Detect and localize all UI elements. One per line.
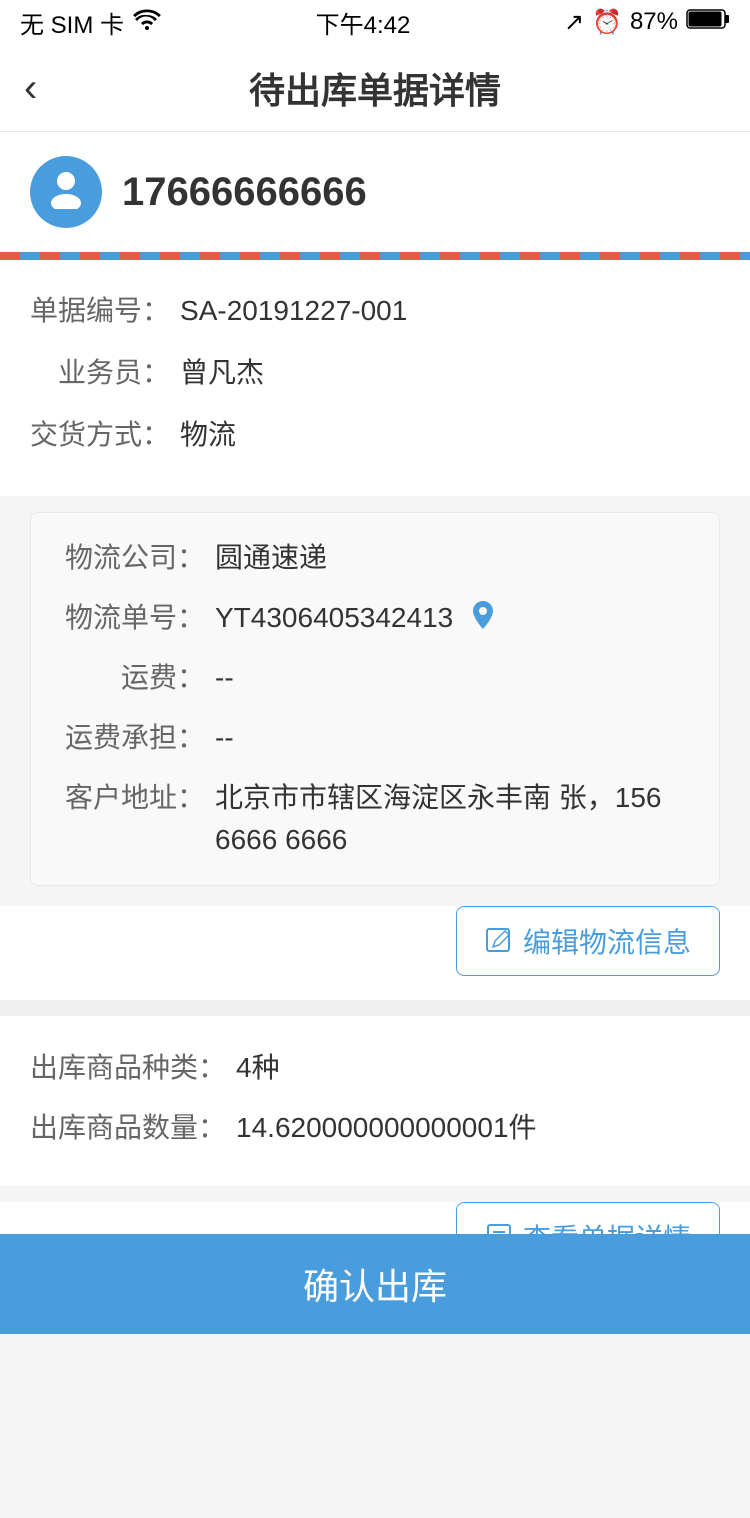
address-label: 客户地址： <box>55 777 215 861</box>
wifi-icon <box>132 8 162 37</box>
delivery-method-row: 交货方式： 物流 <box>30 414 720 456</box>
freight-bear-value: -- <box>215 717 695 759</box>
address-row: 客户地址： 北京市市辖区海淀区永丰南 张，156 6666 6666 <box>55 777 695 861</box>
freight-row: 运费： -- <box>55 657 695 699</box>
dashed-divider <box>0 252 750 260</box>
customer-header: 17666666666 <box>0 132 750 252</box>
products-quantity-label: 出库商品数量： <box>30 1106 236 1146</box>
document-no-value: SA-20191227-001 <box>180 290 720 332</box>
map-pin-icon[interactable] <box>465 597 501 633</box>
products-section: 出库商品种类： 4种 出库商品数量： 14.620000000000001件 <box>0 1016 750 1186</box>
logistics-tracking-label: 物流单号： <box>55 597 215 639</box>
status-bar: 无 SIM 卡 下午4:42 ↗ ⏰ 87% <box>0 0 750 44</box>
sales-person-label: 业务员： <box>30 352 180 394</box>
logistics-card: 物流公司： 圆通速递 物流单号： YT4306405342413 运费： -- … <box>30 512 720 886</box>
battery-label: 87% <box>630 8 678 36</box>
bottom-spacer <box>0 1318 750 1518</box>
sales-person-value: 曾凡杰 <box>180 352 720 394</box>
battery-icon <box>686 8 730 37</box>
document-no-row: 单据编号： SA-20191227-001 <box>30 290 720 332</box>
status-right: ↗ ⏰ 87% <box>564 8 730 37</box>
status-time: 下午4:42 <box>316 5 411 40</box>
edit-logistics-label: 编辑物流信息 <box>523 921 691 961</box>
logistics-tracking-row: 物流单号： YT4306405342413 <box>55 597 695 639</box>
sales-person-row: 业务员： 曾凡杰 <box>30 352 720 394</box>
address-value: 北京市市辖区海淀区永丰南 张，156 6666 6666 <box>215 777 695 861</box>
alarm-icon: ⏰ <box>592 8 622 37</box>
edit-pencil-icon <box>485 927 513 955</box>
nav-bar: ‹ 待出库单据详情 <box>0 44 750 132</box>
freight-bear-label: 运费承担： <box>55 717 215 759</box>
status-left: 无 SIM 卡 <box>20 5 162 40</box>
carrier-label: 无 SIM 卡 <box>20 5 124 40</box>
delivery-method-value: 物流 <box>180 414 720 456</box>
freight-label: 运费： <box>55 657 215 699</box>
products-types-value: 4种 <box>236 1046 280 1086</box>
edit-logistics-button[interactable]: 编辑物流信息 <box>456 906 720 976</box>
document-no-label: 单据编号： <box>30 290 180 332</box>
customer-phone: 17666666666 <box>122 170 367 215</box>
confirm-button[interactable]: 确认出库 <box>0 1234 750 1334</box>
logistics-tracking-value: YT4306405342413 <box>215 597 695 639</box>
basic-info-section: 单据编号： SA-20191227-001 业务员： 曾凡杰 交货方式： 物流 <box>0 260 750 496</box>
confirm-label: 确认出库 <box>303 1258 447 1310</box>
products-types-row: 出库商品种类： 4种 <box>30 1046 720 1086</box>
products-quantity-row: 出库商品数量： 14.620000000000001件 <box>30 1106 720 1146</box>
freight-value: -- <box>215 657 695 699</box>
delivery-method-label: 交货方式： <box>30 414 180 456</box>
products-quantity-value: 14.620000000000001件 <box>236 1106 537 1146</box>
page-title: 待出库单据详情 <box>249 62 501 114</box>
gray-separator-1 <box>0 1000 750 1016</box>
avatar <box>30 156 102 228</box>
location-status-icon: ↗ <box>564 8 584 37</box>
logistics-company-value: 圆通速递 <box>215 537 695 579</box>
back-button[interactable]: ‹ <box>24 68 37 108</box>
edit-logistics-section: 编辑物流信息 <box>0 906 750 1000</box>
products-types-label: 出库商品种类： <box>30 1046 236 1086</box>
user-icon <box>44 165 88 219</box>
logistics-company-label: 物流公司： <box>55 537 215 579</box>
logistics-company-row: 物流公司： 圆通速递 <box>55 537 695 579</box>
freight-bear-row: 运费承担： -- <box>55 717 695 759</box>
back-chevron-icon: ‹ <box>24 66 37 110</box>
